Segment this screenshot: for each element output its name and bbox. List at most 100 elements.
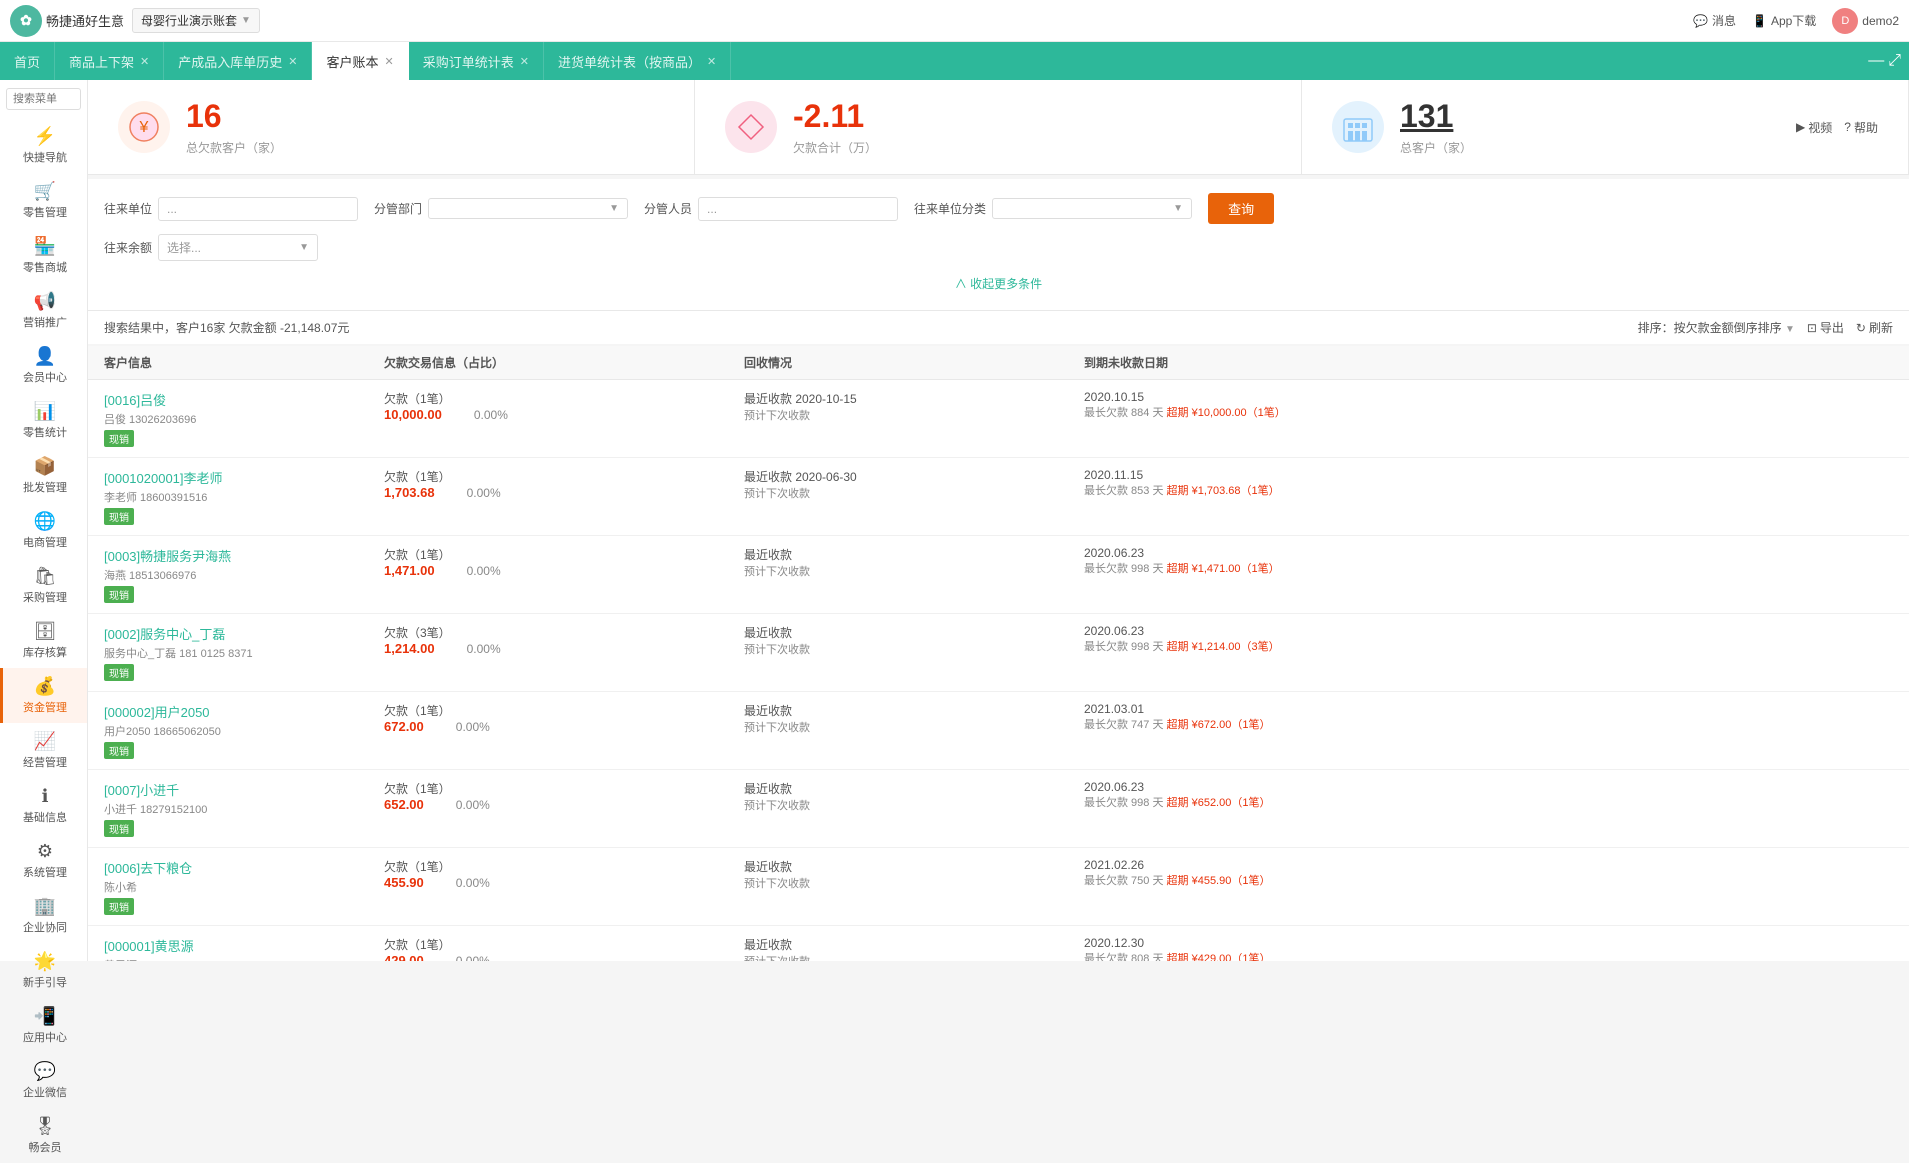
sidebar-item-operations[interactable]: 📈 经营管理 bbox=[0, 723, 87, 778]
sidebar-item-capital[interactable]: 💰 资金管理 bbox=[0, 668, 87, 723]
purchase-icon: 🛍 bbox=[34, 566, 57, 587]
overdue-link[interactable]: 超期 ¥652.00（1笔） bbox=[1167, 797, 1271, 809]
debt-ratio: 0.00% bbox=[467, 642, 501, 656]
overdue-link[interactable]: 超期 ¥1,471.00（1笔） bbox=[1167, 563, 1280, 575]
sidebar-item-app-center[interactable]: 📲 应用中心 bbox=[0, 998, 87, 1053]
sidebar-item-retail-mgmt[interactable]: 🛒 零售管理 bbox=[0, 173, 87, 228]
due-date-cell: 2020.06.23 最长欠款 998 天 超期 ¥652.00（1笔） bbox=[1084, 780, 1893, 810]
refresh-label: 刷新 bbox=[1869, 319, 1893, 336]
overdue-link[interactable]: 超期 ¥1,703.68（1笔） bbox=[1167, 485, 1280, 497]
nav-expand-btn[interactable]: ⤢ bbox=[1888, 52, 1901, 70]
filter-row-1: 往来单位 ... 分管部门 ▼ 分管人员 ... bbox=[104, 193, 1893, 224]
overdue-link[interactable]: 超期 ¥10,000.00（1笔） bbox=[1167, 407, 1286, 419]
balance-select[interactable]: 选择... ▼ bbox=[158, 234, 318, 261]
sidebar-item-label: 畅会员 bbox=[29, 1139, 62, 1155]
dept-select[interactable]: ▼ bbox=[428, 198, 628, 219]
customer-name[interactable]: [0016]吕俊 bbox=[104, 390, 384, 409]
col-customer-info: 客户信息 bbox=[104, 354, 384, 371]
tab-home-label: 首页 bbox=[14, 52, 40, 71]
sidebar-item-member-center[interactable]: 👤 会员中心 bbox=[0, 338, 87, 393]
stat-actions: ▶ 视频 ? 帮助 bbox=[1796, 119, 1878, 136]
sidebar-item-quick-nav[interactable]: ⚡ 快捷导航 bbox=[0, 118, 87, 173]
unit-category-select[interactable]: ▼ bbox=[992, 198, 1192, 219]
tab-purchase-stats[interactable]: 采购订单统计表 ✕ bbox=[409, 42, 544, 80]
last-collection: 最近收款 bbox=[744, 546, 1084, 563]
table-row: [0002]服务中心_丁磊 服务中心_丁磊 181 0125 8371 现销 欠… bbox=[88, 614, 1909, 692]
close-icon[interactable]: ✕ bbox=[288, 55, 297, 68]
customer-name[interactable]: [0001020001]李老师 bbox=[104, 468, 384, 487]
search-button[interactable]: 查询 bbox=[1208, 193, 1274, 224]
sidebar-item-batch-mgmt[interactable]: 📦 批发管理 bbox=[0, 448, 87, 503]
sidebar-item-basic-info[interactable]: ℹ 基础信息 bbox=[0, 778, 87, 833]
sidebar-item-retail-stats[interactable]: 📊 零售统计 bbox=[0, 393, 87, 448]
sidebar-item-label: 营销推广 bbox=[23, 314, 67, 330]
sidebar-item-retail-store[interactable]: 🏪 零售商城 bbox=[0, 228, 87, 283]
nav-collapse-btn[interactable]: — bbox=[1868, 52, 1884, 70]
stat-card-debt-total: -2.11 欠款合计（万） bbox=[695, 80, 1302, 174]
total-customers-label: 总客户（家） bbox=[1400, 139, 1472, 156]
overdue-link[interactable]: 超期 ¥429.00（1笔） bbox=[1167, 953, 1271, 961]
next-collection: 预计下次收款 bbox=[744, 485, 1084, 501]
sidebar-item-enterprise[interactable]: 🏢 企业协同 bbox=[0, 888, 87, 943]
close-icon[interactable]: ✕ bbox=[385, 55, 394, 68]
debt-count: 欠款（1笔） bbox=[384, 468, 744, 485]
debt-info-cell: 欠款（1笔） 429.00 0.00% bbox=[384, 936, 744, 961]
customer-sub: 吕俊 13026203696 bbox=[104, 411, 384, 427]
overdue-link[interactable]: 超期 ¥1,214.00（3笔） bbox=[1167, 641, 1280, 653]
tab-customer-account[interactable]: 客户账本 ✕ bbox=[312, 42, 408, 80]
store-selector[interactable]: 母婴行业演示账套 ▼ bbox=[132, 8, 260, 33]
video-btn[interactable]: ▶ 视频 bbox=[1796, 119, 1832, 136]
sidebar-item-system[interactable]: ⚙ 系统管理 bbox=[0, 833, 87, 888]
next-collection: 预计下次收款 bbox=[744, 407, 1084, 423]
export-btn[interactable]: ⊡ 导出 bbox=[1807, 319, 1844, 336]
top-bar: ✿ 畅捷通好生意 母婴行业演示账套 ▼ 💬 消息 📱 App下载 D demo2 bbox=[0, 0, 1909, 42]
message-btn[interactable]: 💬 消息 bbox=[1693, 12, 1736, 29]
customer-name[interactable]: [000001]黄思源 bbox=[104, 936, 384, 955]
collapse-filter-btn[interactable]: ∧ 收起更多条件 bbox=[104, 271, 1893, 296]
due-date: 2020.06.23 bbox=[1084, 780, 1893, 794]
refresh-icon: ↻ bbox=[1856, 321, 1866, 335]
sidebar-item-wechat[interactable]: 💬 企业微信 bbox=[0, 1053, 87, 1108]
diamond-icon bbox=[725, 101, 777, 153]
collection-cell: 最近收款 2020-06-30 预计下次收款 bbox=[744, 468, 1084, 501]
close-icon[interactable]: ✕ bbox=[140, 55, 149, 68]
customer-name[interactable]: [0003]畅捷服务尹海燕 bbox=[104, 546, 384, 565]
customer-name[interactable]: [0002]服务中心_丁磊 bbox=[104, 624, 384, 643]
user-avatar-btn[interactable]: D demo2 bbox=[1832, 8, 1899, 34]
sidebar-item-new-guide[interactable]: 🌟 新手引导 bbox=[0, 943, 87, 998]
sidebar-item-marketing[interactable]: 📢 营销推广 bbox=[0, 283, 87, 338]
customer-name[interactable]: [0006]去下粮仓 bbox=[104, 858, 384, 877]
stat-info: 16 总欠款客户（家） bbox=[186, 98, 282, 156]
sidebar-item-ecommerce[interactable]: 🌐 电商管理 bbox=[0, 503, 87, 558]
sidebar-item-purchase[interactable]: 🛍 采购管理 bbox=[0, 558, 87, 613]
tab-produce-history[interactable]: 产成品入库单历史 ✕ bbox=[164, 42, 312, 80]
overdue-link[interactable]: 超期 ¥672.00（1笔） bbox=[1167, 719, 1271, 731]
tab-home[interactable]: 首页 bbox=[0, 42, 55, 80]
next-collection: 预计下次收款 bbox=[744, 953, 1084, 961]
search-input[interactable] bbox=[6, 88, 81, 110]
message-icon: 💬 bbox=[1693, 14, 1708, 28]
export-label: 导出 bbox=[1820, 319, 1844, 336]
manager-input[interactable]: ... bbox=[698, 197, 898, 221]
customer-sub: 用户2050 18665062050 bbox=[104, 723, 384, 739]
table-row: [0006]去下粮仓 陈小希 现销 欠款（1笔） 455.90 0.00% 最近… bbox=[88, 848, 1909, 926]
sidebar-item-inventory[interactable]: 🗄 库存核算 bbox=[0, 613, 87, 668]
help-btn[interactable]: ? 帮助 bbox=[1844, 119, 1878, 136]
debt-info-cell: 欠款（1笔） 10,000.00 0.00% bbox=[384, 390, 744, 422]
close-icon[interactable]: ✕ bbox=[707, 55, 716, 68]
debt-customers-value: 16 bbox=[186, 98, 282, 135]
customer-name[interactable]: [0007]小进千 bbox=[104, 780, 384, 799]
sidebar-item-vip[interactable]: 🎖 畅会员 bbox=[0, 1108, 87, 1163]
manager-value: ... bbox=[707, 202, 717, 216]
customer-sub: 陈小希 bbox=[104, 879, 384, 895]
overdue-link[interactable]: 超期 ¥455.90（1笔） bbox=[1167, 875, 1271, 887]
due-date-cell: 2020.06.23 最长欠款 998 天 超期 ¥1,214.00（3笔） bbox=[1084, 624, 1893, 654]
wechat-icon: 💬 bbox=[34, 1061, 56, 1082]
from-unit-input[interactable]: ... bbox=[158, 197, 358, 221]
close-icon[interactable]: ✕ bbox=[520, 55, 529, 68]
tab-products-off[interactable]: 商品上下架 ✕ bbox=[55, 42, 164, 80]
app-download-btn[interactable]: 📱 App下载 bbox=[1752, 12, 1816, 29]
tab-incoming-stats[interactable]: 进货单统计表（按商品） ✕ bbox=[544, 42, 731, 80]
refresh-btn[interactable]: ↻ 刷新 bbox=[1856, 319, 1893, 336]
customer-name[interactable]: [000002]用户2050 bbox=[104, 702, 384, 721]
